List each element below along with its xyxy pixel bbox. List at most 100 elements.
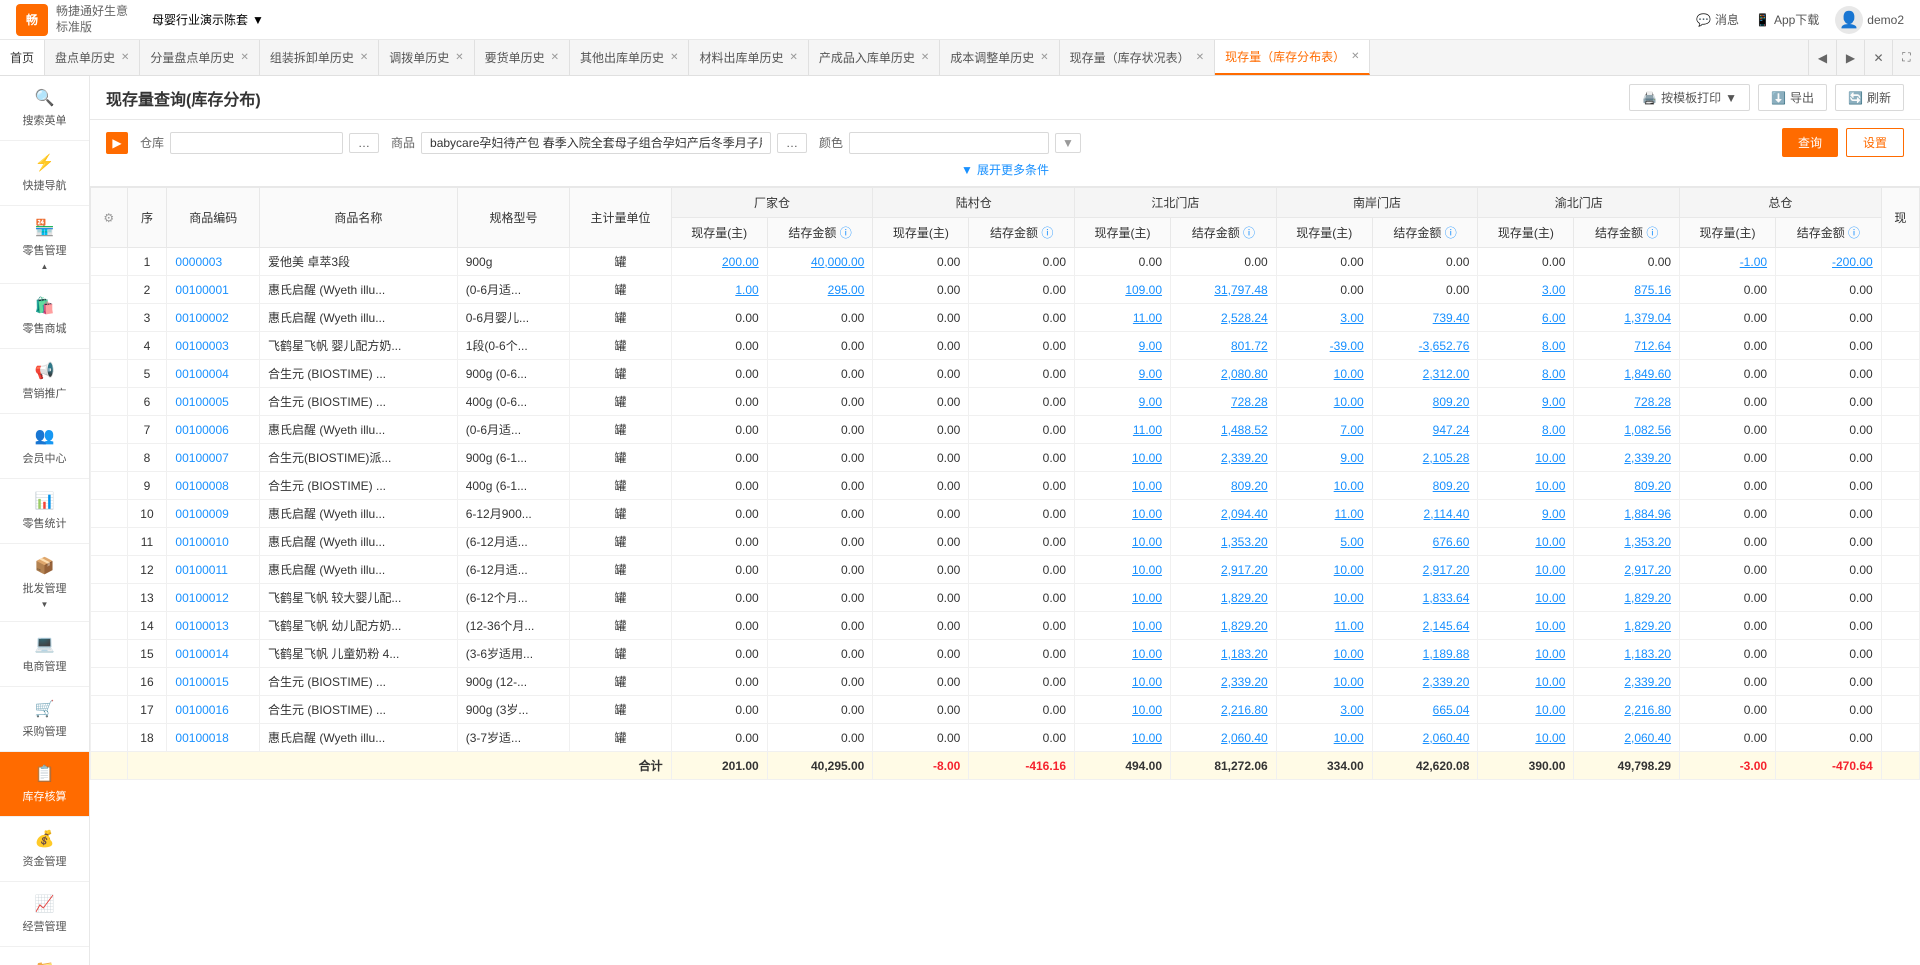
- cell[interactable]: 2,339.20: [1574, 668, 1680, 696]
- tab-expand-btn[interactable]: ⛶: [1892, 40, 1920, 76]
- cell[interactable]: 10.00: [1075, 556, 1171, 584]
- cell[interactable]: 40,000.00: [767, 248, 873, 276]
- cell[interactable]: 9.00: [1478, 500, 1574, 528]
- info-icon-2[interactable]: ⓘ: [1243, 226, 1255, 240]
- cell[interactable]: 10.00: [1276, 640, 1372, 668]
- row-code[interactable]: 00100003: [167, 332, 260, 360]
- message-btn[interactable]: 💬 消息: [1696, 11, 1739, 28]
- cell[interactable]: 109.00: [1075, 276, 1171, 304]
- goods-select-btn[interactable]: …: [777, 133, 807, 153]
- cell[interactable]: 7.00: [1276, 416, 1372, 444]
- cell[interactable]: 2,339.20: [1574, 444, 1680, 472]
- cell[interactable]: 11.00: [1075, 304, 1171, 332]
- tab-split-count[interactable]: 分量盘点单历史 ✕: [140, 40, 259, 75]
- cell[interactable]: -3,652.76: [1372, 332, 1478, 360]
- cell[interactable]: 10.00: [1478, 556, 1574, 584]
- goods-input[interactable]: [421, 132, 771, 154]
- cell[interactable]: 11.00: [1276, 500, 1372, 528]
- warehouse-input[interactable]: [170, 132, 343, 154]
- cell[interactable]: 9.00: [1075, 388, 1171, 416]
- row-code[interactable]: 00100011: [167, 556, 260, 584]
- sidebar-item-member[interactable]: 👥 会员中心: [0, 414, 89, 479]
- cell[interactable]: 1,189.88: [1372, 640, 1478, 668]
- refresh-btn[interactable]: 🔄 刷新: [1835, 84, 1904, 111]
- cell[interactable]: 2,094.40: [1171, 500, 1277, 528]
- cell[interactable]: 10.00: [1478, 584, 1574, 612]
- cell[interactable]: 712.64: [1574, 332, 1680, 360]
- cell[interactable]: 1.00: [671, 276, 767, 304]
- cell[interactable]: 809.20: [1372, 388, 1478, 416]
- cell[interactable]: 295.00: [767, 276, 873, 304]
- tab-close-btn[interactable]: ✕: [1864, 40, 1892, 76]
- cell[interactable]: 2,917.20: [1372, 556, 1478, 584]
- cell[interactable]: 9.00: [1478, 388, 1574, 416]
- cell[interactable]: 10.00: [1478, 640, 1574, 668]
- cell[interactable]: 10.00: [1276, 556, 1372, 584]
- cell[interactable]: 2,105.28: [1372, 444, 1478, 472]
- cell[interactable]: 10.00: [1276, 724, 1372, 752]
- cell[interactable]: 809.20: [1171, 472, 1277, 500]
- cell[interactable]: 11.00: [1075, 416, 1171, 444]
- expand-more-conditions[interactable]: ▼ 展开更多条件: [106, 161, 1904, 178]
- cell[interactable]: 8.00: [1478, 332, 1574, 360]
- cell[interactable]: 10.00: [1075, 472, 1171, 500]
- sidebar-item-ops[interactable]: 📈 经营管理: [0, 882, 89, 947]
- cell[interactable]: 728.28: [1574, 388, 1680, 416]
- export-btn[interactable]: ⬇️ 导出: [1758, 84, 1827, 111]
- cell[interactable]: 2,060.40: [1372, 724, 1478, 752]
- row-code[interactable]: 00100015: [167, 668, 260, 696]
- cell[interactable]: 10.00: [1276, 584, 1372, 612]
- cell[interactable]: -1.00: [1680, 248, 1776, 276]
- cell[interactable]: 10.00: [1478, 668, 1574, 696]
- tab-cost-adjust[interactable]: 成本调整单历史 ✕: [940, 40, 1059, 75]
- cell[interactable]: 11.00: [1276, 612, 1372, 640]
- info-icon-4[interactable]: ⓘ: [1646, 226, 1658, 240]
- cell[interactable]: 2,114.40: [1372, 500, 1478, 528]
- cell[interactable]: 1,833.64: [1372, 584, 1478, 612]
- tab-close-other-out[interactable]: ✕: [670, 52, 678, 63]
- cell[interactable]: 947.24: [1372, 416, 1478, 444]
- cell[interactable]: 809.20: [1574, 472, 1680, 500]
- cell[interactable]: 10.00: [1276, 388, 1372, 416]
- cell[interactable]: 10.00: [1478, 724, 1574, 752]
- tab-close-stock-status[interactable]: ✕: [1196, 52, 1204, 63]
- color-input[interactable]: [849, 132, 1049, 154]
- cell[interactable]: 200.00: [671, 248, 767, 276]
- tab-close-purchase-req[interactable]: ✕: [551, 52, 559, 63]
- cell[interactable]: 10.00: [1276, 360, 1372, 388]
- download-btn[interactable]: 📱 App下载: [1755, 11, 1819, 28]
- row-code[interactable]: 00100014: [167, 640, 260, 668]
- tab-close-inventory-count[interactable]: ✕: [121, 52, 129, 63]
- cell[interactable]: -39.00: [1276, 332, 1372, 360]
- cell[interactable]: 9.00: [1276, 444, 1372, 472]
- cell[interactable]: 2,060.40: [1574, 724, 1680, 752]
- cell[interactable]: 2,917.20: [1171, 556, 1277, 584]
- cell[interactable]: 1,884.96: [1574, 500, 1680, 528]
- sidebar-item-stock-check[interactable]: 📋 库存核算: [0, 752, 89, 817]
- cell[interactable]: 10.00: [1075, 584, 1171, 612]
- cell[interactable]: 31,797.48: [1171, 276, 1277, 304]
- sidebar-item-search[interactable]: 🔍 搜索英单: [0, 76, 89, 141]
- warehouse-select-btn[interactable]: …: [349, 133, 379, 153]
- info-icon-3[interactable]: ⓘ: [1445, 226, 1457, 240]
- cell[interactable]: 2,312.00: [1372, 360, 1478, 388]
- setting-btn[interactable]: 设置: [1846, 128, 1904, 157]
- cell[interactable]: 10.00: [1478, 696, 1574, 724]
- cell[interactable]: 10.00: [1276, 472, 1372, 500]
- tab-prev-btn[interactable]: ◀: [1808, 40, 1836, 76]
- row-code[interactable]: 00100013: [167, 612, 260, 640]
- cell[interactable]: 10.00: [1075, 444, 1171, 472]
- cell[interactable]: 10.00: [1478, 472, 1574, 500]
- cell[interactable]: 2,080.80: [1171, 360, 1277, 388]
- tab-close-cost-adjust[interactable]: ✕: [1040, 52, 1048, 63]
- row-code[interactable]: 00100016: [167, 696, 260, 724]
- cell[interactable]: 8.00: [1478, 360, 1574, 388]
- cell[interactable]: 10.00: [1478, 612, 1574, 640]
- tab-close-material-out[interactable]: ✕: [789, 52, 797, 63]
- user-menu[interactable]: 👤 demo2: [1835, 6, 1904, 34]
- cell[interactable]: -200.00: [1776, 248, 1882, 276]
- cell[interactable]: 2,339.20: [1372, 668, 1478, 696]
- tab-transfer[interactable]: 调拨单历史 ✕: [379, 40, 474, 75]
- info-icon-5[interactable]: ⓘ: [1848, 226, 1860, 240]
- cell[interactable]: 2,528.24: [1171, 304, 1277, 332]
